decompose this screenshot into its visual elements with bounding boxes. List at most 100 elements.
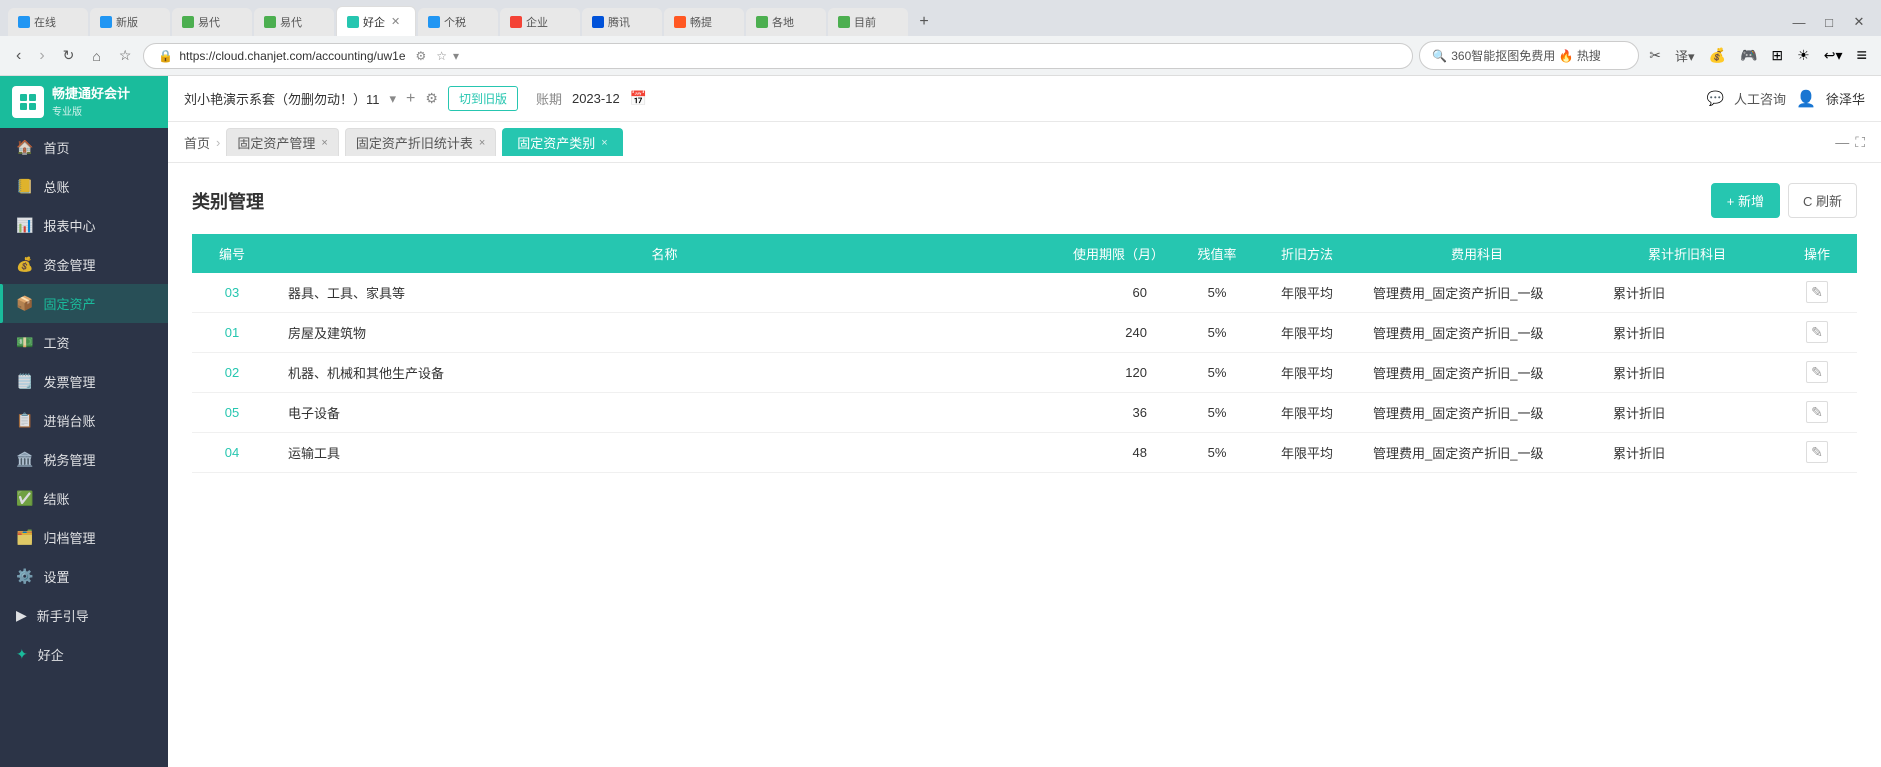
row-action[interactable]: ✎ bbox=[1777, 433, 1857, 473]
sidebar-item-archive[interactable]: 🗂️ 归档管理 bbox=[0, 518, 168, 557]
sidebar-item-home[interactable]: 🏠 首页 bbox=[0, 128, 168, 167]
user-name[interactable]: 徐泽华 bbox=[1826, 89, 1865, 108]
undo-btn[interactable]: ↩▾ bbox=[1820, 43, 1847, 68]
edit-icon[interactable]: ✎ bbox=[1806, 321, 1828, 343]
edit-icon[interactable]: ✎ bbox=[1806, 441, 1828, 463]
table-row: 01 房屋及建筑物 240 5% 年限平均 管理费用_固定资产折旧_一级 累计折… bbox=[192, 313, 1857, 353]
bookmark-star-icon[interactable]: ☆ bbox=[436, 49, 447, 63]
row-action[interactable]: ✎ bbox=[1777, 313, 1857, 353]
sidebar-item-more[interactable]: ✦ 好企 bbox=[0, 635, 168, 674]
row-action[interactable]: ✎ bbox=[1777, 353, 1857, 393]
grid-btn[interactable]: ⊞ bbox=[1767, 43, 1787, 68]
col-period: 使用期限（月） bbox=[1057, 234, 1177, 273]
sidebar-item-fixed-assets[interactable]: 📦 固定资产 bbox=[0, 284, 168, 323]
page-tab-category[interactable]: 固定资产类别 × bbox=[502, 128, 622, 156]
sidebar-item-cash[interactable]: 💰 资金管理 bbox=[0, 245, 168, 284]
row-accumulated: 累计折旧 bbox=[1597, 433, 1777, 473]
close-tab2-icon[interactable]: × bbox=[479, 137, 485, 149]
sidebar-item-invoice[interactable]: 🗒️ 发票管理 bbox=[0, 362, 168, 401]
brightness-btn[interactable]: ☀ bbox=[1793, 43, 1814, 68]
sidebar-item-guide[interactable]: ▶ 新手引导 bbox=[0, 596, 168, 635]
consult-icon: 💬 bbox=[1707, 90, 1724, 107]
browser-tab[interactable]: 新版 bbox=[90, 8, 170, 36]
row-code: 03 bbox=[192, 273, 272, 313]
scissors-btn[interactable]: ✂ bbox=[1645, 43, 1665, 68]
sidebar-item-payroll[interactable]: 💵 工资 bbox=[0, 323, 168, 362]
add-btn[interactable]: + 新增 bbox=[1711, 183, 1780, 218]
bookmark-btn[interactable]: ☆ bbox=[113, 43, 138, 68]
translate-btn[interactable]: 译▾ bbox=[1671, 42, 1699, 69]
window-maximize-btn[interactable]: □ bbox=[1815, 8, 1843, 36]
sidebar-item-label: 报表中心 bbox=[43, 216, 95, 235]
page-tab-fixed-assets-mgmt[interactable]: 固定资产管理 × bbox=[226, 128, 338, 156]
row-action[interactable]: ✎ bbox=[1777, 273, 1857, 313]
address-text: https://cloud.chanjet.com/accounting/uw1… bbox=[179, 49, 405, 63]
sidebar-item-ledger[interactable]: 📒 总账 bbox=[0, 167, 168, 206]
sidebar-item-reports[interactable]: 📊 报表中心 bbox=[0, 206, 168, 245]
window-minimize-btn[interactable]: — bbox=[1785, 8, 1813, 36]
home-nav-btn[interactable]: ⌂ bbox=[86, 44, 106, 68]
switch-version-btn[interactable]: 切到旧版 bbox=[448, 86, 518, 111]
browser-tab[interactable]: 个税 bbox=[418, 8, 498, 36]
dropdown-icon[interactable]: ▾ bbox=[390, 91, 397, 107]
close-tab3-icon[interactable]: × bbox=[601, 137, 607, 149]
wallet-btn[interactable]: 💰 bbox=[1705, 43, 1730, 68]
sidebar-item-label: 结账 bbox=[43, 489, 69, 508]
home-icon: 🏠 bbox=[16, 139, 33, 156]
add-account-btn[interactable]: + bbox=[406, 90, 415, 108]
minimize-window-icon[interactable]: — bbox=[1835, 134, 1849, 150]
consult-label[interactable]: 人工咨询 bbox=[1734, 89, 1786, 108]
browser-tab[interactable]: 各地 bbox=[746, 8, 826, 36]
row-period: 36 bbox=[1057, 393, 1177, 433]
table-row: 05 电子设备 36 5% 年限平均 管理费用_固定资产折旧_一级 累计折旧 ✎ bbox=[192, 393, 1857, 433]
game-btn[interactable]: 🎮 bbox=[1736, 43, 1761, 68]
row-code: 04 bbox=[192, 433, 272, 473]
forward-btn[interactable]: › bbox=[33, 43, 50, 69]
edit-icon[interactable]: ✎ bbox=[1806, 281, 1828, 303]
tax-icon: 🏛️ bbox=[16, 451, 33, 468]
refresh-nav-btn[interactable]: ↻ bbox=[57, 43, 81, 68]
browser-tab[interactable]: 目前 bbox=[828, 8, 908, 36]
account-name: 刘小艳演示系套（勿删勿动！）11 bbox=[184, 89, 380, 108]
calendar-icon[interactable]: 📅 bbox=[630, 90, 647, 107]
back-btn[interactable]: ‹ bbox=[10, 43, 27, 69]
browser-tab[interactable]: 易代 bbox=[254, 8, 334, 36]
logo-subtitle: 专业版 bbox=[52, 103, 130, 118]
maximize-window-icon[interactable]: ⛶ bbox=[1855, 134, 1865, 151]
sidebar-item-inventory[interactable]: 📋 进销台账 bbox=[0, 401, 168, 440]
expand-icon[interactable]: ▾ bbox=[453, 49, 459, 63]
breadcrumb-home[interactable]: 首页 bbox=[184, 133, 210, 152]
sidebar-item-label: 归档管理 bbox=[43, 528, 95, 547]
close-tab1-icon[interactable]: × bbox=[321, 137, 327, 149]
search-bar[interactable]: 🔍 360智能抠图免费用 🔥 热搜 bbox=[1419, 41, 1639, 70]
sidebar-item-settings[interactable]: ⚙️ 设置 bbox=[0, 557, 168, 596]
edit-icon[interactable]: ✎ bbox=[1806, 401, 1828, 423]
browser-tab[interactable]: 企业 bbox=[500, 8, 580, 36]
new-tab-btn[interactable]: + bbox=[910, 8, 938, 36]
sidebar: 畅捷通好会计 专业版 🏠 首页 📒 总账 📊 报表中心 💰 资金管理 bbox=[0, 76, 168, 767]
settings-icon[interactable]: ⚙ bbox=[425, 90, 438, 107]
address-bar[interactable]: 🔒 https://cloud.chanjet.com/accounting/u… bbox=[143, 43, 1413, 69]
col-expense: 费用科目 bbox=[1357, 234, 1597, 273]
edit-icon[interactable]: ✎ bbox=[1806, 361, 1828, 383]
sidebar-item-label: 新手引导 bbox=[37, 606, 89, 625]
sidebar-item-settlement[interactable]: ✅ 结账 bbox=[0, 479, 168, 518]
sidebar-item-tax[interactable]: 🏛️ 税务管理 bbox=[0, 440, 168, 479]
row-method: 年限平均 bbox=[1257, 433, 1357, 473]
browser-tab[interactable]: 在线 bbox=[8, 8, 88, 36]
row-expense: 管理费用_固定资产折旧_一级 bbox=[1357, 393, 1597, 433]
browser-tab-active[interactable]: 好企 ✕ bbox=[336, 6, 416, 36]
close-tab-icon[interactable]: ✕ bbox=[391, 15, 400, 28]
reports-icon: 📊 bbox=[16, 217, 33, 234]
page-tab-depreciation[interactable]: 固定资产折旧统计表 × bbox=[345, 128, 496, 156]
page-header: 类别管理 + 新增 C 刷新 bbox=[192, 183, 1857, 218]
ledger-icon: 📒 bbox=[16, 178, 33, 195]
window-close-btn[interactable]: ✕ bbox=[1845, 8, 1873, 36]
refresh-btn[interactable]: C 刷新 bbox=[1788, 183, 1857, 218]
browser-tab[interactable]: 畅提 bbox=[664, 8, 744, 36]
row-action[interactable]: ✎ bbox=[1777, 393, 1857, 433]
browser-tab[interactable]: 腾讯 bbox=[582, 8, 662, 36]
site-settings-icon[interactable]: ⚙ bbox=[416, 49, 427, 63]
browser-tab[interactable]: 易代 bbox=[172, 8, 252, 36]
menu-btn[interactable]: ≡ bbox=[1852, 41, 1871, 70]
